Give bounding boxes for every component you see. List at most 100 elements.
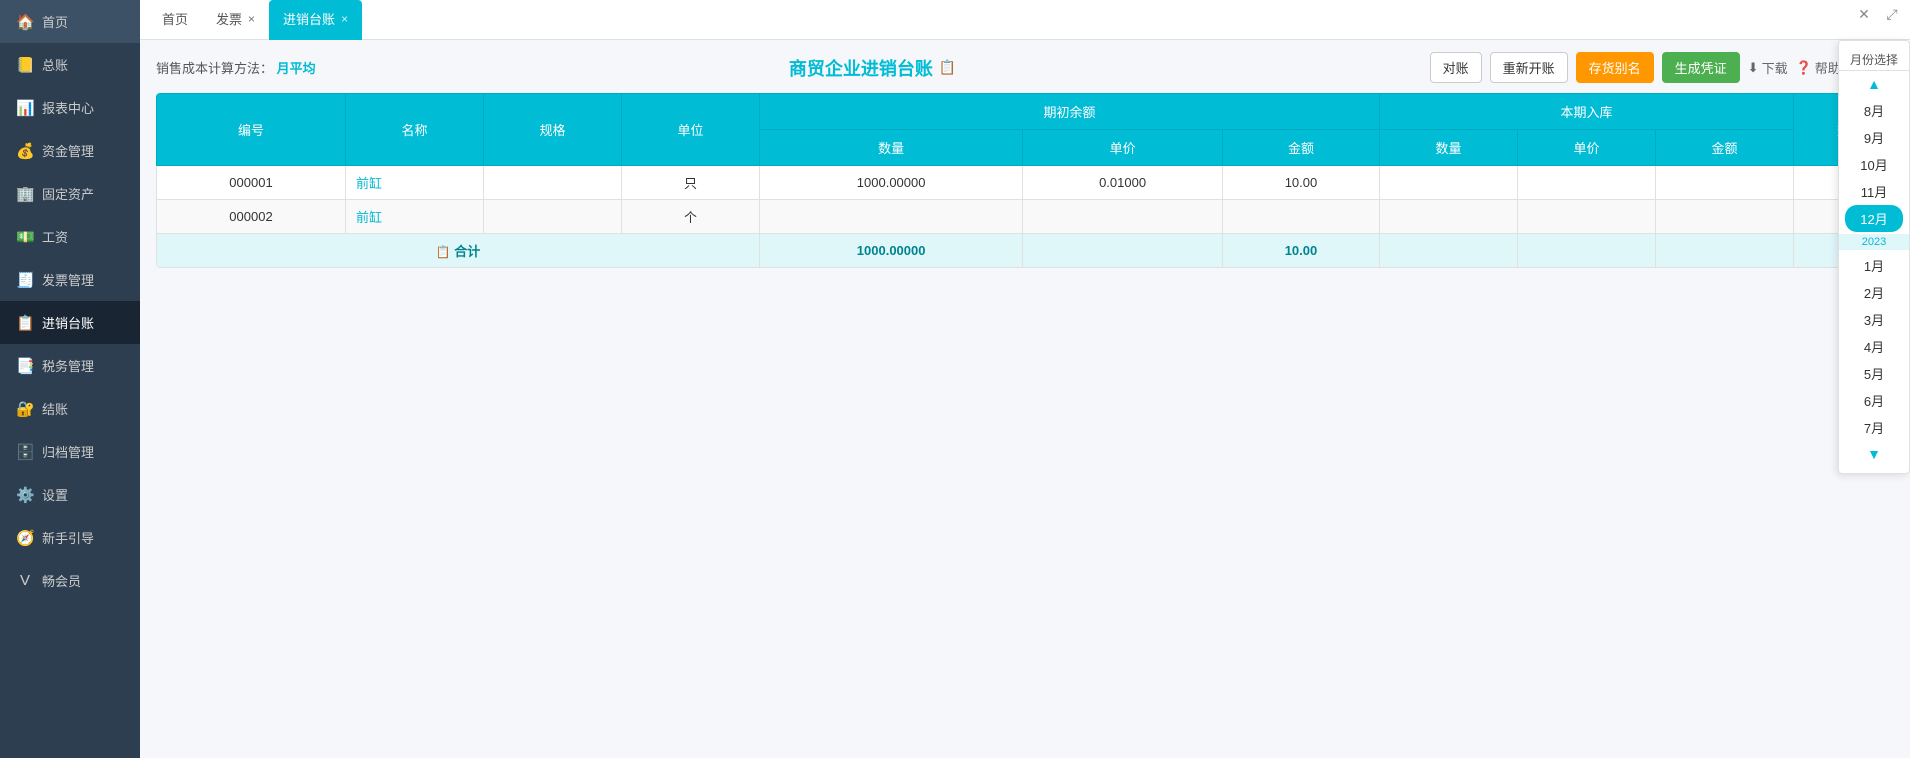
help-button[interactable]: ❓ 帮助 bbox=[1796, 58, 1841, 77]
month-item-2023-5月[interactable]: 5月 bbox=[1839, 360, 1909, 387]
cell-inbound-qty bbox=[1380, 166, 1518, 200]
cell-spec bbox=[484, 166, 622, 200]
sidebar-item-report[interactable]: 📊报表中心 bbox=[0, 86, 140, 129]
tab-label-invoice-tab: 发票 bbox=[216, 9, 242, 28]
month-nav-down: ▼ bbox=[1839, 441, 1909, 467]
table-row: 000001 前缸 只 1000.00000 0.01000 10.00 bbox=[157, 166, 1894, 200]
cell-name: 前缸 bbox=[346, 166, 484, 200]
sidebar-icon-guide: 🧭 bbox=[16, 529, 34, 547]
sidebar-icon-archive: 🗄️ bbox=[16, 443, 34, 461]
month-nav-down-button[interactable]: ▼ bbox=[1859, 444, 1889, 464]
sidebar-label-payroll: 工资 bbox=[42, 227, 68, 246]
sidebar-icon-purchase-sale: 📋 bbox=[16, 314, 34, 332]
col-period-price: 单价 bbox=[1023, 130, 1223, 166]
sidebar-item-funds[interactable]: 💰资金管理 bbox=[0, 129, 140, 172]
sidebar-item-settings[interactable]: ⚙️ 设置 bbox=[0, 473, 140, 516]
month-item-2023-4月[interactable]: 4月 bbox=[1839, 333, 1909, 360]
sidebar: 🏠首页📒总账📊报表中心💰资金管理🏢固定资产💵工资 🧾 发票管理 📋 进销台账 📑税务管理🔐… bbox=[0, 0, 140, 758]
tab-bar: 首页 发票 × 进销台账 × bbox=[140, 0, 1910, 40]
cell-period-price bbox=[1023, 200, 1223, 234]
col-inbound: 本期入库 bbox=[1380, 94, 1794, 130]
total-inbound-amount bbox=[1656, 234, 1794, 268]
cell-unit: 只 bbox=[622, 166, 760, 200]
page-title-area: 商贸企业进销台账 📋 bbox=[789, 55, 956, 81]
sidebar-label-tax: 税务管理 bbox=[42, 356, 94, 375]
tab-close-invoice-tab[interactable]: × bbox=[248, 12, 255, 26]
month-item-2023-1月[interactable]: 1月 bbox=[1839, 252, 1909, 279]
cell-inbound-amount bbox=[1656, 200, 1794, 234]
tab-close-purchase-sale-tab[interactable]: × bbox=[341, 12, 348, 26]
col-period-balance: 期初余额 bbox=[760, 94, 1380, 130]
download-button[interactable]: ⬇ 下载 bbox=[1748, 58, 1788, 77]
tab-purchase-sale-tab[interactable]: 进销台账 × bbox=[269, 0, 362, 40]
sidebar-label-purchase-sale: 进销台账 bbox=[42, 313, 94, 332]
sidebar-item-ledger[interactable]: 📒总账 bbox=[0, 43, 140, 86]
month-item-2022-8月[interactable]: 8月 bbox=[1839, 97, 1909, 124]
month-nav-up: ▲ bbox=[1839, 71, 1909, 97]
sidebar-label-close: 结账 bbox=[42, 399, 68, 418]
month-item-2023-2月[interactable]: 2月 bbox=[1839, 279, 1909, 306]
month-item-2022-11月[interactable]: 11月 bbox=[1839, 178, 1909, 205]
sidebar-icon-settings: ⚙️ bbox=[16, 486, 34, 504]
cell-period-qty bbox=[760, 200, 1023, 234]
maximize-window-button[interactable]: ⤢ bbox=[1882, 4, 1902, 24]
total-row: 📋 合计 1000.00000 10.00 bbox=[157, 234, 1894, 268]
sidebar-label-invoice-mgmt: 发票管理 bbox=[42, 270, 94, 289]
month-nav-up-button[interactable]: ▲ bbox=[1859, 74, 1889, 94]
col-inbound-amount: 金额 bbox=[1656, 130, 1794, 166]
month-item-2022-12月[interactable]: 12月 bbox=[1845, 205, 1903, 232]
col-unit: 单位 bbox=[622, 94, 760, 166]
total-period-price bbox=[1023, 234, 1223, 268]
month-item-2022-9月[interactable]: 9月 bbox=[1839, 124, 1909, 151]
sidebar-label-settings: 设置 bbox=[42, 485, 68, 504]
month-panel-header: 月份选择 bbox=[1839, 47, 1909, 71]
sidebar-label-guide: 新手引导 bbox=[42, 528, 94, 547]
sidebar-item-assets[interactable]: 🏢固定资产 bbox=[0, 172, 140, 215]
top-bar: 销售成本计算方法： 月平均 商贸企业进销台账 📋 对账 重新开账 存货别名 生成… bbox=[156, 52, 1894, 83]
cell-period-amount: 10.00 bbox=[1222, 166, 1379, 200]
table-row: 000002 前缸 个 bbox=[157, 200, 1894, 234]
tab-invoice-tab[interactable]: 发票 × bbox=[202, 0, 269, 40]
toolbar: 对账 重新开账 存货别名 生成凭证 ⬇ 下载 ❓ 帮助 🔄 刷新 bbox=[1430, 52, 1894, 83]
cell-unit: 个 bbox=[622, 200, 760, 234]
year-label-2023: 2023 bbox=[1839, 234, 1909, 250]
download-icon: ⬇ bbox=[1748, 60, 1759, 76]
total-inbound-price bbox=[1518, 234, 1656, 268]
cell-inbound-price bbox=[1518, 200, 1656, 234]
sidebar-item-invoice-mgmt[interactable]: 🧾 发票管理 bbox=[0, 258, 140, 301]
save-alias-button[interactable]: 存货别名 bbox=[1576, 52, 1654, 83]
sidebar-item-tax[interactable]: 📑税务管理 bbox=[0, 344, 140, 387]
close-window-button[interactable]: ✕ bbox=[1854, 4, 1874, 24]
tab-label-purchase-sale-tab: 进销台账 bbox=[283, 9, 335, 28]
col-code: 编号 bbox=[157, 94, 346, 166]
sidebar-item-vip[interactable]: V畅会员 bbox=[0, 559, 140, 602]
cost-method-label: 销售成本计算方法： bbox=[156, 61, 273, 76]
tab-label-home-tab: 首页 bbox=[162, 9, 188, 28]
generate-voucher-button[interactable]: 生成凭证 bbox=[1662, 52, 1740, 83]
sidebar-item-payroll[interactable]: 💵工资 bbox=[0, 215, 140, 258]
page-content: 销售成本计算方法： 月平均 商贸企业进销台账 📋 对账 重新开账 存货别名 生成… bbox=[140, 40, 1910, 758]
sidebar-item-guide[interactable]: 🧭 新手引导 bbox=[0, 516, 140, 559]
sidebar-item-close[interactable]: 🔐结账 bbox=[0, 387, 140, 430]
cell-inbound-price bbox=[1518, 166, 1656, 200]
sidebar-icon-assets: 🏢 bbox=[16, 185, 34, 203]
month-item-2023-3月[interactable]: 3月 bbox=[1839, 306, 1909, 333]
cell-name: 前缸 bbox=[346, 200, 484, 234]
sidebar-item-home[interactable]: 🏠首页 bbox=[0, 0, 140, 43]
month-item-2023-6月[interactable]: 6月 bbox=[1839, 387, 1909, 414]
col-period-amount: 金额 bbox=[1222, 130, 1379, 166]
total-inbound-qty bbox=[1380, 234, 1518, 268]
tab-home-tab[interactable]: 首页 bbox=[148, 0, 202, 40]
reopen-button[interactable]: 重新开账 bbox=[1490, 52, 1568, 83]
sidebar-icon-report: 📊 bbox=[16, 99, 34, 117]
month-item-2022-10月[interactable]: 10月 bbox=[1839, 151, 1909, 178]
sidebar-icon-funds: 💰 bbox=[16, 142, 34, 160]
sidebar-icon-invoice-mgmt: 🧾 bbox=[16, 271, 34, 289]
page-title: 商贸企业进销台账 bbox=[789, 55, 933, 81]
sidebar-item-purchase-sale[interactable]: 📋 进销台账 bbox=[0, 301, 140, 344]
sidebar-item-archive[interactable]: 🗄️归档管理 bbox=[0, 430, 140, 473]
cost-method-value: 月平均 bbox=[277, 61, 316, 76]
check-button[interactable]: 对账 bbox=[1430, 52, 1482, 83]
total-period-amount: 10.00 bbox=[1222, 234, 1379, 268]
month-item-2023-7月[interactable]: 7月 bbox=[1839, 414, 1909, 441]
